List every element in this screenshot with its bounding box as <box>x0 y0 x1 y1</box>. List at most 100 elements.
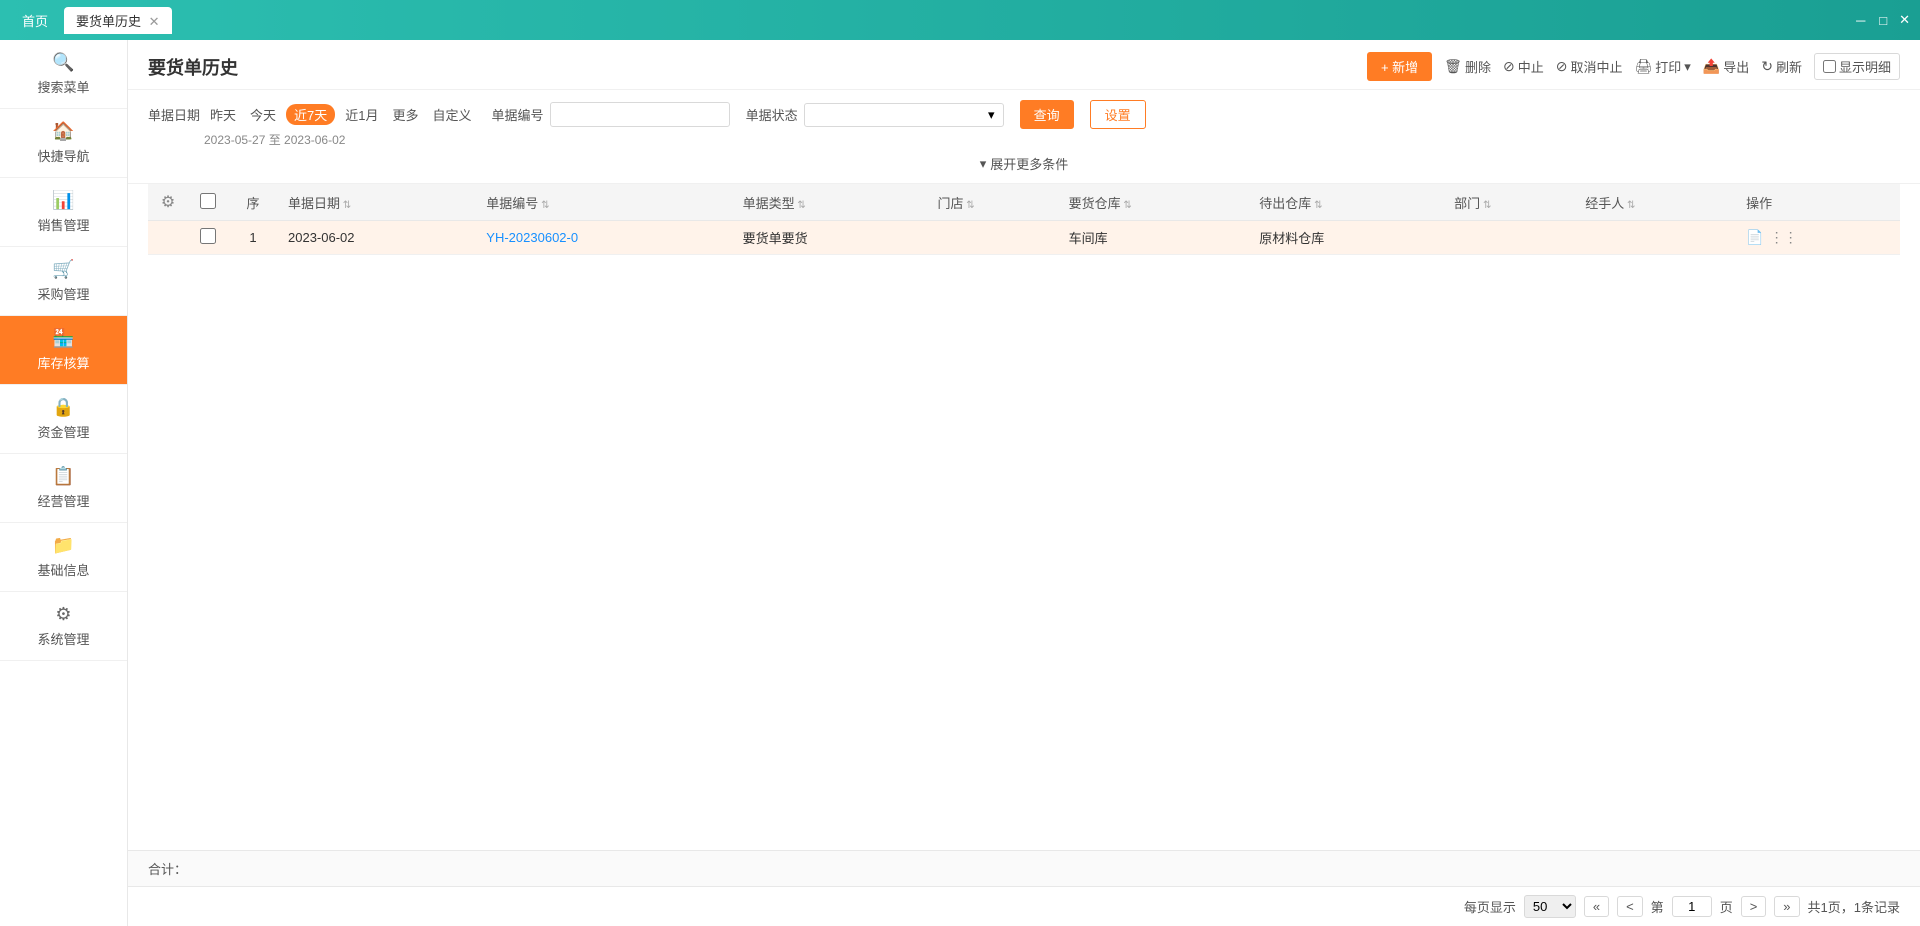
row-num-cell: 1 <box>228 221 278 255</box>
maximize-icon[interactable]: □ <box>1879 13 1887 28</box>
display-detail-label: 显示明细 <box>1839 57 1891 76</box>
docno-filter-label: 单据编号 <box>492 105 544 124</box>
row-checkbox[interactable] <box>200 228 216 244</box>
delete-button[interactable]: 🗑 删除 <box>1444 57 1491 76</box>
row-settings-cell <box>148 221 188 255</box>
prev-page-btn[interactable]: < <box>1617 896 1643 917</box>
sidebar-item-system[interactable]: ⚙ 系统管理 <box>0 592 127 661</box>
date-1month[interactable]: 近1月 <box>341 104 382 125</box>
close-icon[interactable]: ✕ <box>1899 12 1910 28</box>
col-docdate-header[interactable]: 单据日期 <box>278 184 476 221</box>
page-suffix: 页 <box>1720 897 1733 916</box>
docno-input[interactable] <box>550 102 730 127</box>
tab-home-label: 首页 <box>22 14 48 29</box>
tab-bar: 首页 要货单历史 ✕ <box>10 7 1854 34</box>
display-detail-checkbox[interactable] <box>1823 60 1836 73</box>
col-settings: ⚙ <box>148 184 188 221</box>
next-page-btn[interactable]: > <box>1741 896 1767 917</box>
date-7days[interactable]: 近7天 <box>286 104 335 125</box>
sidebar-label-quick-nav: 快捷导航 <box>37 146 89 165</box>
expand-more-button[interactable]: ▾ 展开更多条件 <box>148 154 1900 173</box>
date-today[interactable]: 今天 <box>246 104 280 125</box>
select-all-checkbox[interactable] <box>200 193 216 209</box>
first-page-btn[interactable]: « <box>1584 896 1609 917</box>
sidebar-label-operations: 经营管理 <box>37 491 89 510</box>
date-custom[interactable]: 自定义 <box>429 104 476 125</box>
page-size-label: 每页显示 <box>1464 897 1516 916</box>
sidebar-item-purchase[interactable]: 🛒 采购管理 <box>0 247 127 316</box>
stop-icon: ⊘ <box>1503 58 1515 75</box>
col-num-header: 序 <box>228 184 278 221</box>
sidebar-item-quick-nav[interactable]: 🏠 快捷导航 <box>0 109 127 178</box>
sidebar-item-operations[interactable]: 📋 经营管理 <box>0 454 127 523</box>
row-actions-cell: 📄 ⋮⋮ <box>1736 221 1900 255</box>
date-more[interactable]: 更多 <box>389 104 423 125</box>
top-bar: 首页 要货单历史 ✕ － □ ✕ <box>0 0 1920 40</box>
date-yesterday[interactable]: 昨天 <box>206 104 240 125</box>
col-store-header[interactable]: 门店 <box>927 184 1058 221</box>
status-select[interactable]: ▾ <box>804 103 1004 127</box>
sidebar-label-sales: 销售管理 <box>37 215 89 234</box>
row-store-cell <box>927 221 1058 255</box>
docno-filter: 单据编号 <box>492 102 730 127</box>
page-size-select[interactable]: 50 10 20 100 <box>1524 895 1576 918</box>
sales-icon: 📊 <box>52 190 74 211</box>
table-header-row: ⚙ 序 单据日期 单据编号 单据类型 门店 要货仓库 待出仓库 部门 经手人 <box>148 184 1900 221</box>
sidebar-item-sales[interactable]: 📊 销售管理 <box>0 178 127 247</box>
stop-button[interactable]: ⊘ 中止 <box>1503 57 1544 76</box>
print-button[interactable]: 🖨 打印 ▾ <box>1634 57 1690 76</box>
col-reqwarehouse-header[interactable]: 要货仓库 <box>1059 184 1250 221</box>
new-button[interactable]: + 新增 <box>1367 52 1432 81</box>
refresh-icon: ↻ <box>1761 58 1773 75</box>
tab-close-icon[interactable]: ✕ <box>149 14 160 29</box>
export-button[interactable]: 📤 导出 <box>1703 57 1749 76</box>
tab-requisition-history[interactable]: 要货单历史 ✕ <box>64 7 172 34</box>
table-area: ⚙ 序 单据日期 单据编号 单据类型 门店 要货仓库 待出仓库 部门 经手人 <box>128 184 1920 850</box>
sidebar-item-inventory[interactable]: 🏪 库存核算 <box>0 316 127 385</box>
window-controls: － □ ✕ <box>1854 11 1910 30</box>
print-label: 打印 <box>1655 57 1681 76</box>
main-layout: 🔍 搜索菜单 🏠 快捷导航 📊 销售管理 🛒 采购管理 🏪 库存核算 🔒 资金管… <box>0 40 1920 926</box>
inventory-icon: 🏪 <box>52 328 74 349</box>
system-icon: ⚙ <box>55 604 71 625</box>
display-detail-button[interactable]: 显示明细 <box>1814 53 1900 80</box>
row-pendingwarehouse-cell: 原材料仓库 <box>1249 221 1444 255</box>
col-pendingwarehouse-header[interactable]: 待出仓库 <box>1249 184 1444 221</box>
tab-requisition-label: 要货单历史 <box>76 14 141 29</box>
sidebar-item-basic-info[interactable]: 📁 基础信息 <box>0 523 127 592</box>
row-edit-icon[interactable]: 📄 <box>1746 229 1763 246</box>
table-footer: 合计： <box>128 850 1920 886</box>
sidebar-label-search: 搜索菜单 <box>37 77 89 96</box>
query-button[interactable]: 查询 <box>1020 100 1074 129</box>
col-doctype-header[interactable]: 单据类型 <box>733 184 928 221</box>
date-range-display: 2023-05-27 至 2023-06-02 <box>204 131 1900 148</box>
export-icon: 📤 <box>1703 58 1720 75</box>
col-handler-header[interactable]: 经手人 <box>1575 184 1736 221</box>
status-filter: 单据状态 ▾ <box>746 103 1004 127</box>
row-more-icon[interactable]: ⋮⋮ <box>1770 229 1798 246</box>
row-reqwarehouse-cell: 车间库 <box>1059 221 1250 255</box>
date-filter: 单据日期 昨天 今天 近7天 近1月 更多 自定义 <box>148 104 476 125</box>
refresh-label: 刷新 <box>1776 57 1802 76</box>
header-actions: + 新增 🗑 删除 ⊘ 中止 ⊘ 取消中止 🖨 打印 ▾ <box>1367 52 1900 81</box>
cancel-stop-button[interactable]: ⊘ 取消中止 <box>1556 57 1623 76</box>
expand-icon: ▾ <box>980 156 987 172</box>
sidebar-item-finance[interactable]: 🔒 资金管理 <box>0 385 127 454</box>
col-docno-header[interactable]: 单据编号 <box>476 184 732 221</box>
col-dept-header[interactable]: 部门 <box>1444 184 1575 221</box>
refresh-button[interactable]: ↻ 刷新 <box>1761 57 1802 76</box>
page-number-input[interactable] <box>1672 896 1712 917</box>
table-settings-icon[interactable]: ⚙ <box>161 194 175 211</box>
sidebar-item-search[interactable]: 🔍 搜索菜单 <box>0 40 127 109</box>
date-shortcuts: 昨天 今天 近7天 近1月 更多 自定义 <box>206 104 476 125</box>
content-area: 要货单历史 + 新增 🗑 删除 ⊘ 中止 ⊘ 取消中止 🖨 打印 <box>128 40 1920 926</box>
sidebar-label-basic-info: 基础信息 <box>37 560 89 579</box>
search-menu-icon: 🔍 <box>52 52 74 73</box>
row-docno-link[interactable]: YH-20230602-0 <box>486 230 578 245</box>
minimize-icon[interactable]: － <box>1854 11 1867 30</box>
operations-icon: 📋 <box>52 466 74 487</box>
row-handler-cell <box>1575 221 1736 255</box>
settings-button[interactable]: 设置 <box>1090 100 1146 129</box>
last-page-btn[interactable]: » <box>1774 896 1799 917</box>
tab-home[interactable]: 首页 <box>10 7 60 34</box>
